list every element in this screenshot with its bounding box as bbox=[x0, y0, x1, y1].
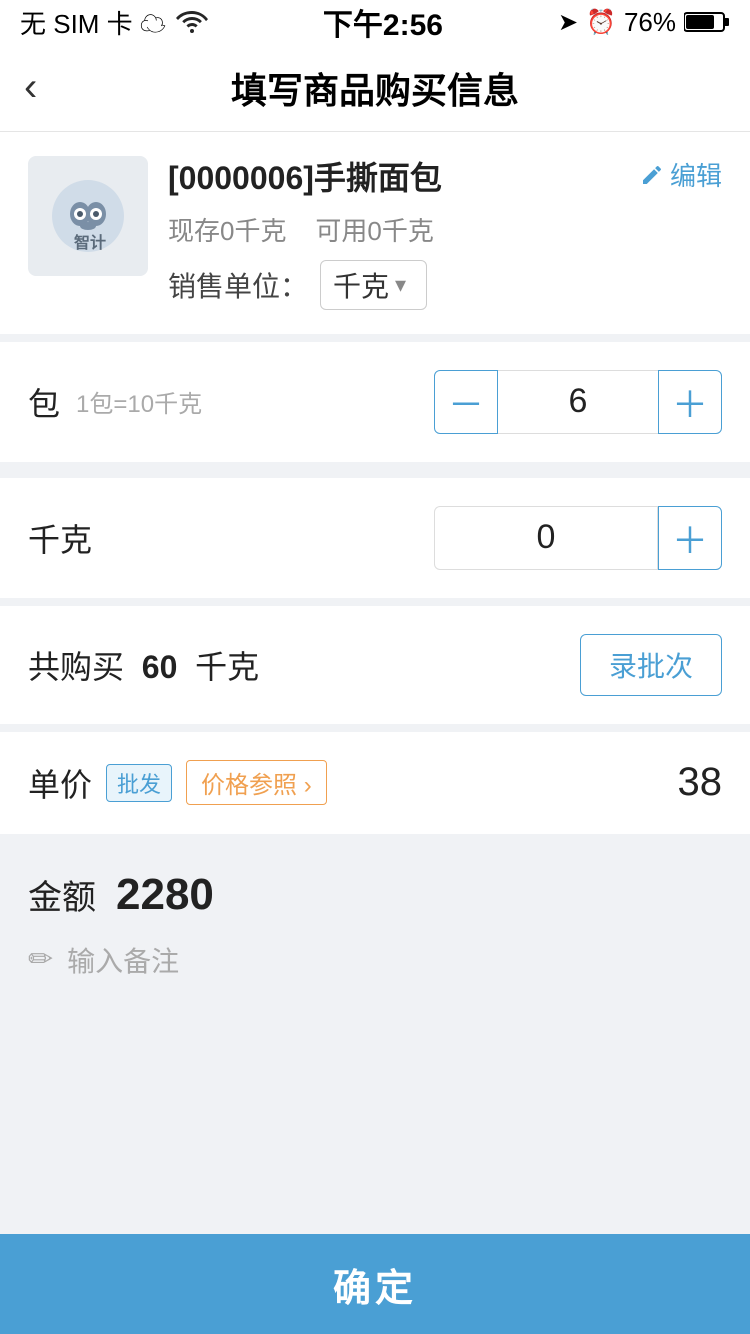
total-unit: 千克 bbox=[195, 649, 259, 685]
price-ref-button[interactable]: 价格参照 › bbox=[186, 760, 327, 805]
battery-label: 76% bbox=[624, 7, 676, 38]
status-right: ➤ ⏰ 76% bbox=[558, 7, 730, 38]
price-label-group: 单价 批发 价格参照 › bbox=[28, 760, 327, 806]
edit-icon bbox=[640, 163, 664, 187]
total-prefix: 共购买 bbox=[28, 649, 124, 685]
price-value: 38 bbox=[678, 760, 723, 805]
edit-button[interactable]: 编辑 bbox=[640, 156, 722, 193]
product-image: 智计 bbox=[28, 156, 148, 276]
product-logo: 智计 bbox=[48, 176, 128, 256]
status-left: 无 SIM 卡 ☁ bbox=[20, 4, 208, 41]
alarm-icon: ⏰ bbox=[586, 8, 616, 37]
kg-quantity-section: 千克 ＋ bbox=[0, 470, 750, 606]
price-row: 单价 批发 价格参照 › 38 bbox=[28, 760, 722, 806]
bag-quantity-control: － ＋ bbox=[434, 370, 722, 434]
edit-label: 编辑 bbox=[670, 156, 722, 193]
confirm-button[interactable]: 确定 bbox=[0, 1234, 750, 1334]
kg-quantity-row: 千克 ＋ bbox=[0, 478, 750, 598]
amount-label: 金额 bbox=[28, 870, 96, 919]
bag-label: 包 1包=10千克 bbox=[28, 379, 202, 425]
price-label: 单价 bbox=[28, 760, 92, 806]
product-header: [0000006]手撕面包 编辑 bbox=[168, 156, 722, 201]
kg-label: 千克 bbox=[28, 515, 92, 561]
chevron-down-icon: ▾ bbox=[395, 272, 406, 298]
svg-text:智计: 智计 bbox=[74, 233, 106, 252]
product-stock: 现存0千克 可用0千克 bbox=[168, 211, 722, 248]
nav-bar: ‹ 填写商品购买信息 bbox=[0, 44, 750, 132]
available-label: 可用0千克 bbox=[315, 216, 433, 246]
unit-prefix: 销售单位： bbox=[168, 265, 308, 305]
product-unit-row: 销售单位： 千克 ▾ bbox=[168, 260, 722, 310]
amount-row: 金额 2280 bbox=[28, 870, 722, 940]
wholesale-tag: 批发 bbox=[106, 764, 172, 802]
batch-button[interactable]: 录批次 bbox=[580, 634, 722, 696]
kg-label-text: 千克 bbox=[28, 515, 92, 561]
total-text: 共购买 60 千克 bbox=[28, 642, 259, 688]
pencil-icon: ✏ bbox=[28, 942, 53, 977]
remark-placeholder: 输入备注 bbox=[67, 940, 179, 980]
kg-plus-button[interactable]: ＋ bbox=[658, 506, 722, 570]
amount-section: 金额 2280 ✏ 输入备注 bbox=[0, 842, 750, 1008]
stock-label: 现存0千克 bbox=[168, 216, 286, 246]
wifi-icon bbox=[176, 11, 208, 33]
location-icon: ➤ bbox=[558, 8, 578, 37]
kg-quantity-control: ＋ bbox=[434, 506, 722, 570]
status-bar: 无 SIM 卡 ☁ 下午2:56 ➤ ⏰ 76% bbox=[0, 0, 750, 44]
amount-value: 2280 bbox=[116, 870, 214, 920]
price-section: 单价 批发 价格参照 › 38 bbox=[0, 732, 750, 842]
remark-row[interactable]: ✏ 输入备注 bbox=[28, 940, 722, 1008]
page-title: 填写商品购买信息 bbox=[231, 62, 519, 114]
sim-label: 无 SIM 卡 ☁ bbox=[20, 4, 166, 41]
bag-quantity-row: 包 1包=10千克 － ＋ bbox=[0, 342, 750, 462]
bag-hint: 1包=10千克 bbox=[76, 384, 202, 419]
kg-quantity-input[interactable] bbox=[434, 506, 658, 570]
bag-plus-button[interactable]: ＋ bbox=[658, 370, 722, 434]
bag-minus-button[interactable]: － bbox=[434, 370, 498, 434]
bag-quantity-section: 包 1包=10千克 － ＋ bbox=[0, 342, 750, 470]
total-quantity: 60 bbox=[142, 649, 178, 685]
total-row: 共购买 60 千克 录批次 bbox=[0, 606, 750, 732]
status-time: 下午2:56 bbox=[323, 0, 443, 44]
unit-dropdown[interactable]: 千克 ▾ bbox=[320, 260, 427, 310]
product-name: [0000006]手撕面包 bbox=[168, 156, 442, 201]
back-button[interactable]: ‹ bbox=[24, 65, 37, 110]
battery-icon bbox=[684, 11, 730, 33]
bag-quantity-input[interactable] bbox=[498, 370, 658, 434]
product-info: [0000006]手撕面包 编辑 现存0千克 可用0千克 销售单位： 千克 ▾ bbox=[168, 156, 722, 310]
bag-label-text: 包 bbox=[28, 379, 60, 425]
product-card: 智计 [0000006]手撕面包 编辑 现存0千克 可用0千克 销售单位： 千克… bbox=[0, 132, 750, 342]
confirm-label: 确定 bbox=[333, 1257, 417, 1312]
unit-value: 千克 bbox=[333, 265, 389, 305]
